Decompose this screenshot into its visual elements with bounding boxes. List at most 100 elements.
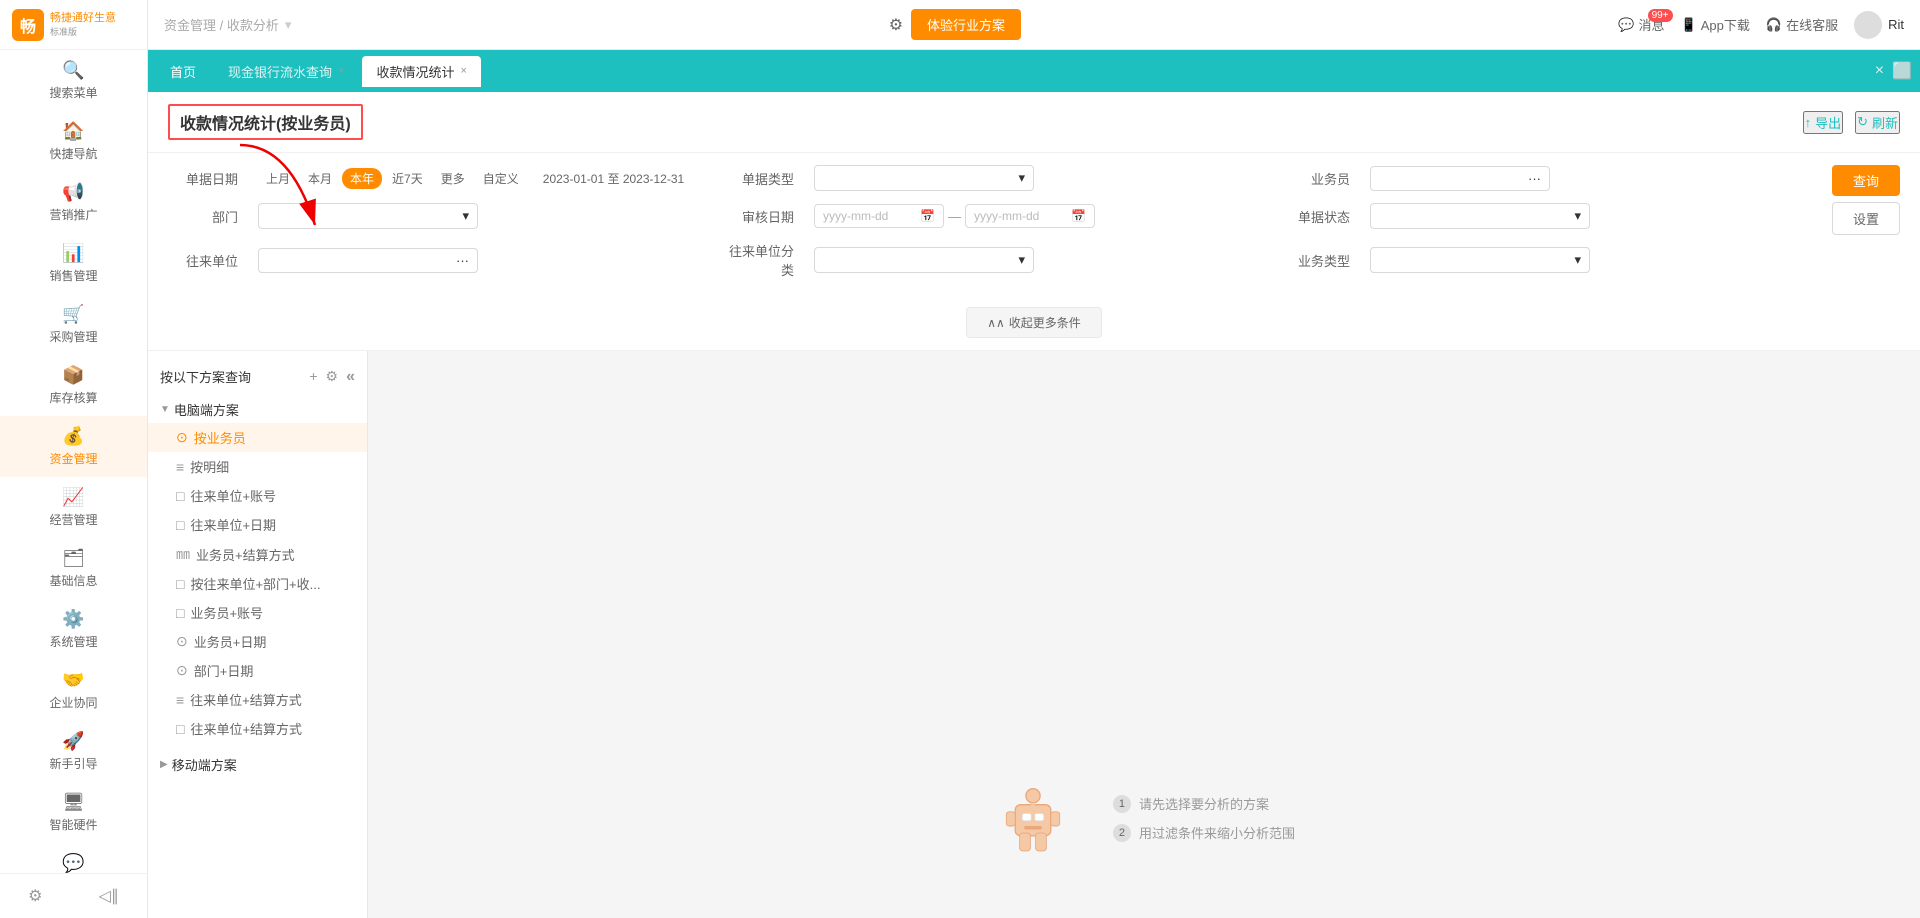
app-logo-icon: 畅 — [12, 9, 44, 41]
tab-bank-close[interactable]: × — [338, 65, 344, 77]
scheme-group-desktop[interactable]: ▼ 电脑端方案 — [148, 396, 367, 423]
user-info: Rit — [1854, 11, 1904, 39]
date-tab-custom[interactable]: 自定义 — [475, 168, 527, 189]
group-triangle: ▼ — [160, 404, 170, 415]
business-type-select[interactable]: ▾ — [1370, 247, 1590, 273]
partner-select[interactable]: ··· — [258, 248, 478, 273]
scheme-icon-salesperson-settle: ㎜ — [176, 544, 190, 564]
sidebar-item-purchase[interactable]: 🛒 采购管理 — [0, 294, 147, 355]
quicknav-icon: 🏠 — [62, 121, 84, 142]
window-maximize-btn[interactable]: ⬜ — [1892, 61, 1912, 81]
scheme-icon-detail: ≡ — [176, 459, 184, 475]
collapse-filter-button[interactable]: ∧∧ 收起更多条件 — [966, 307, 1102, 338]
panel-add-button[interactable]: + — [309, 368, 317, 386]
sidebar-item-inventory[interactable]: 📦 库存核算 — [0, 355, 147, 416]
window-close-btn[interactable]: × — [1875, 62, 1884, 80]
date-tab-this-year[interactable]: 本年 — [342, 168, 382, 189]
calendar-to-icon: 📅 — [1071, 209, 1086, 223]
category-select[interactable]: ▾ — [814, 165, 1034, 191]
business-type-label: 业务类型 — [1280, 251, 1350, 270]
sidebar-item-baseinfo[interactable]: 🗂 基础信息 — [0, 538, 147, 599]
tab-receipt-label: 收款情况统计 — [376, 62, 454, 81]
scheme-item-detail[interactable]: ≡ 按明细 — [148, 452, 367, 481]
app-download-button[interactable]: 📱 App下载 — [1681, 15, 1750, 34]
baseinfo-icon: 🗂 — [62, 548, 85, 569]
sidebar-item-guide[interactable]: 🚀 新手引导 — [0, 721, 147, 782]
tab-home-label: 首页 — [170, 62, 196, 81]
enterprise-icon: 🤝 — [62, 670, 84, 691]
message-badge: 99+ — [1648, 9, 1673, 22]
scheme-item-partner-date[interactable]: □ 往来单位+日期 — [148, 510, 367, 539]
scheme-item-partner-settle1[interactable]: ≡ 往来单位+结算方式 — [148, 685, 367, 714]
status-chevron: ▾ — [1574, 208, 1581, 224]
query-button[interactable]: 查询 — [1832, 165, 1900, 196]
user-avatar — [1854, 11, 1882, 39]
partner-category-select[interactable]: ▾ — [814, 247, 1034, 273]
tab-receipt-close[interactable]: × — [460, 65, 466, 77]
scheme-item-partner-settle2[interactable]: □ 往来单位+结算方式 — [148, 714, 367, 743]
group-mobile-triangle: ▶ — [160, 759, 168, 770]
sidebar-item-operations[interactable]: 📈 经营管理 — [0, 477, 147, 538]
tab-home[interactable]: 首页 — [156, 56, 210, 87]
sidebar-item-sales[interactable]: 📊 销售管理 — [0, 233, 147, 294]
refresh-button[interactable]: ↻ 刷新 — [1855, 111, 1900, 134]
scheme-item-salesperson-settle[interactable]: ㎜ 业务员+结算方式 — [148, 539, 367, 569]
online-service-button[interactable]: 🎧 在线客服 — [1766, 15, 1838, 34]
set-button[interactable]: 设置 — [1832, 202, 1900, 235]
hardware-icon: 🖥 — [62, 792, 85, 813]
date-tab-7days[interactable]: 近7天 — [384, 168, 431, 189]
breadcrumb-chevron: ▾ — [285, 17, 292, 33]
sidebar-item-hardware[interactable]: 🖥 智能硬件 — [0, 782, 147, 843]
date-tab-this-month[interactable]: 本月 — [300, 168, 340, 189]
message-button[interactable]: 💬 消息 99+ — [1618, 15, 1664, 34]
scheme-item-partner-account[interactable]: □ 往来单位+账号 — [148, 481, 367, 510]
salesperson-ellipsis: ··· — [1528, 171, 1541, 186]
sidebar-collapse-btn[interactable]: ◁∥ — [99, 886, 119, 906]
download-icon: 📱 — [1681, 17, 1697, 33]
date-tab-more[interactable]: 更多 — [433, 168, 473, 189]
scheme-icon-salesperson: ⊙ — [176, 429, 188, 446]
review-date-to[interactable]: yyyy-mm-dd 📅 — [965, 204, 1095, 228]
scheme-group-mobile[interactable]: ▶ 移动端方案 — [148, 751, 367, 778]
system-icon: ⚙️ — [62, 609, 84, 630]
page-title: 收款情况统计(按业务员) — [180, 116, 351, 133]
scheme-item-salesperson-account[interactable]: □ 业务员+账号 — [148, 598, 367, 627]
sidebar-item-search[interactable]: 🔍 搜索菜单 — [0, 50, 147, 111]
dept-label: 部门 — [168, 207, 238, 226]
scheme-icon-salesperson-date: ⊙ — [176, 633, 188, 650]
tab-bank[interactable]: 现金银行流水查询 × — [214, 56, 358, 87]
trial-button[interactable]: 体验行业方案 — [911, 9, 1021, 40]
hint-num-2: 2 — [1113, 824, 1131, 842]
partner-label: 往来单位 — [168, 251, 238, 270]
partner-category-chevron: ▾ — [1018, 252, 1025, 268]
search-icon: 🔍 — [62, 60, 84, 81]
wechat-icon: 💬 — [62, 853, 84, 873]
partner-ellipsis: ··· — [456, 253, 469, 268]
panel-collapse-button[interactable]: « — [346, 368, 355, 386]
scheme-item-dept-date[interactable]: ⊙ 部门+日期 — [148, 656, 367, 685]
review-date-from[interactable]: yyyy-mm-dd 📅 — [814, 204, 944, 228]
dept-select[interactable]: ▾ — [258, 203, 478, 229]
scheme-item-partner-dept[interactable]: □ 按往来单位+部门+收... — [148, 569, 367, 598]
finance-icon: 💰 — [62, 426, 84, 447]
tab-receipt[interactable]: 收款情况统计 × — [362, 56, 480, 87]
export-button[interactable]: ↑ 导出 — [1803, 111, 1844, 134]
sidebar-settings-btn[interactable]: ⚙ — [28, 886, 42, 906]
date-tab-last-month[interactable]: 上月 — [258, 168, 298, 189]
panel-settings-button[interactable]: ⚙ — [326, 368, 339, 386]
operations-icon: 📈 — [62, 487, 84, 508]
refresh-icon: ↻ — [1857, 114, 1868, 130]
status-select[interactable]: ▾ — [1370, 203, 1590, 229]
salesperson-select[interactable]: ··· — [1370, 166, 1550, 191]
scheme-item-salesperson-date[interactable]: ⊙ 业务员+日期 — [148, 627, 367, 656]
group-mobile-label: 移动端方案 — [172, 755, 237, 774]
scheme-item-salesperson[interactable]: ⊙ 按业务员 — [148, 423, 367, 452]
sidebar-item-wechat[interactable]: 💬 企业微信 — [0, 843, 147, 873]
sidebar-item-quicknav[interactable]: 🏠 快捷导航 — [0, 111, 147, 172]
sidebar-item-enterprise[interactable]: 🤝 企业协同 — [0, 660, 147, 721]
sidebar-item-finance[interactable]: 💰 资金管理 — [0, 416, 147, 477]
settings-icon[interactable]: ⚙ — [889, 15, 903, 35]
sidebar-item-system[interactable]: ⚙️ 系统管理 — [0, 599, 147, 660]
empty-illustration — [993, 778, 1073, 858]
sidebar-item-marketing[interactable]: 📢 营销推广 — [0, 172, 147, 233]
